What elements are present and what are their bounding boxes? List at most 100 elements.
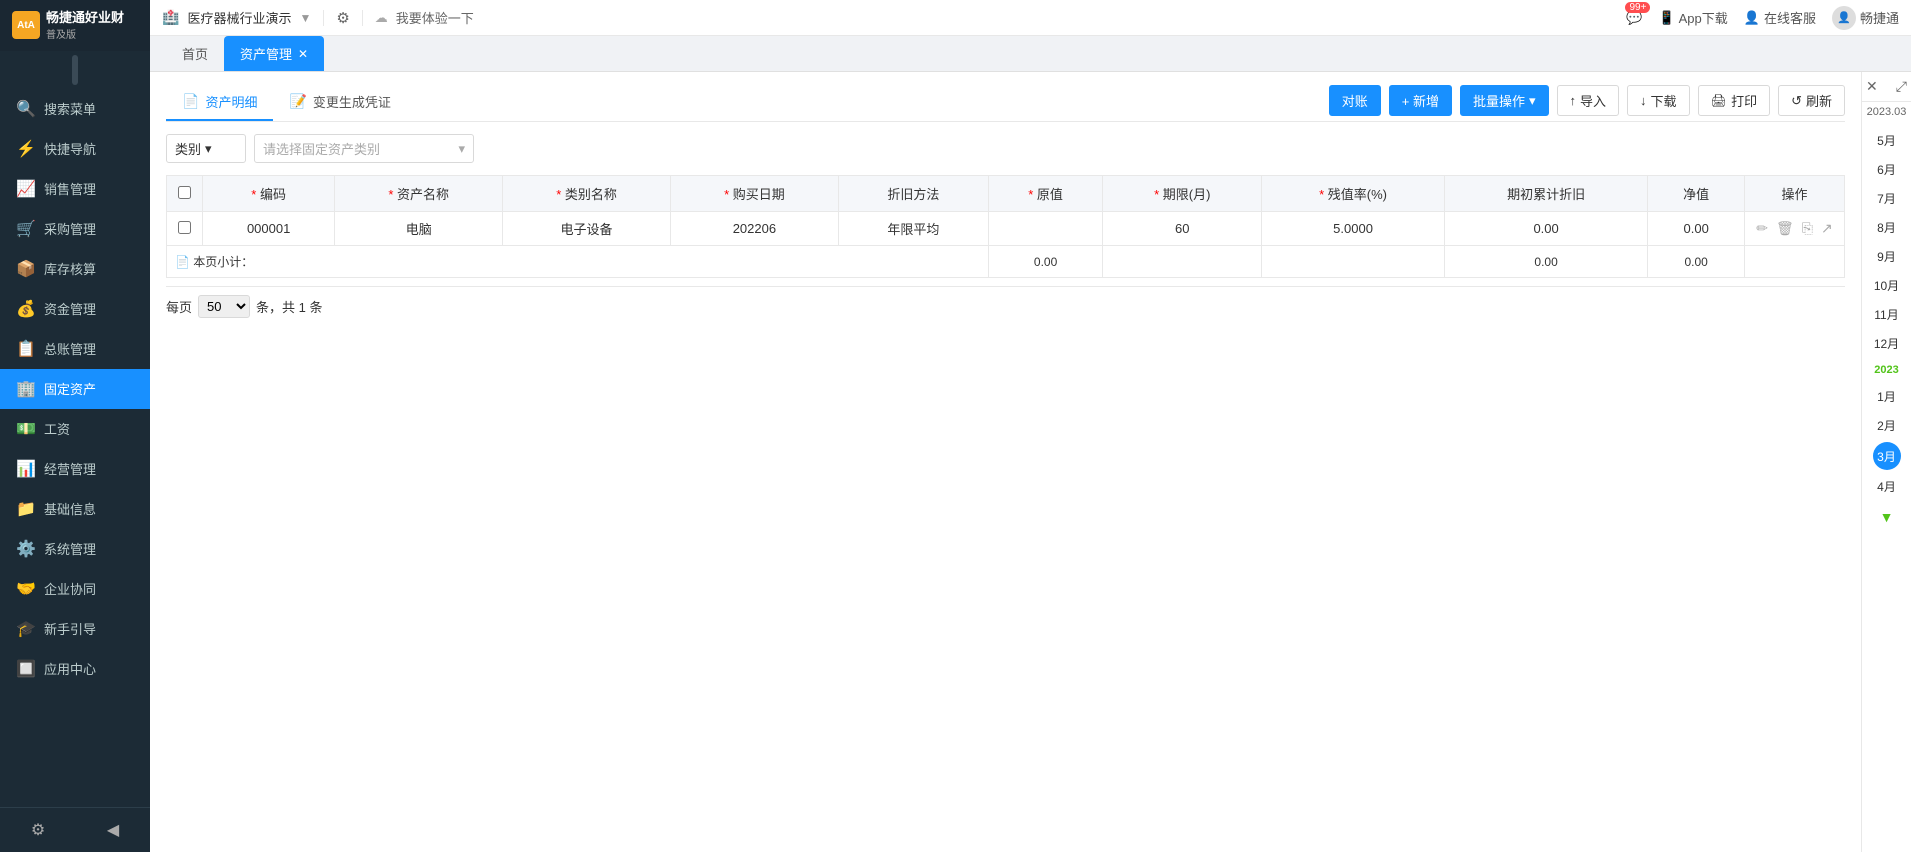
edit-icon[interactable]: ✏ [1756, 220, 1768, 237]
panel-scroll-down-icon[interactable]: ▼ [1880, 509, 1894, 525]
month-6[interactable]: 6月 [1862, 155, 1911, 184]
sidebar-item-system[interactable]: ⚙️ 系统管理 [0, 529, 150, 569]
sidebar-item-inventory[interactable]: 📦 库存核算 [0, 249, 150, 289]
fixed-icon: 🏢 [16, 379, 36, 399]
tabs-bar: 首页 资产管理 ✕ [150, 36, 1911, 72]
online-service-btn[interactable]: 👤 在线客服 [1744, 8, 1816, 27]
month-5[interactable]: 5月 [1862, 126, 1911, 155]
topbar-divider [323, 10, 324, 26]
month-11[interactable]: 11月 [1862, 300, 1911, 329]
new-button[interactable]: + 新增 [1389, 85, 1452, 116]
month-9[interactable]: 9月 [1862, 242, 1911, 271]
sales-icon: 📈 [16, 179, 36, 199]
logo-text: 畅捷通好业财 [46, 10, 124, 26]
dropdown-icon[interactable]: ▼ [299, 11, 311, 25]
category-select[interactable]: 类别 ▾ [166, 134, 246, 163]
more-icon[interactable]: ↗ [1821, 220, 1833, 237]
sidebar-item-capital[interactable]: 💰 资金管理 [0, 289, 150, 329]
company-icon: 🏥 [162, 9, 179, 26]
sidebar-item-apps[interactable]: 🔲 应用中心 [0, 649, 150, 689]
user-profile-btn[interactable]: 👤 畅捷通 [1832, 6, 1899, 30]
sidebar-item-label: 快捷导航 [44, 139, 96, 158]
expand-panel-icon[interactable]: ⤢ [1896, 78, 1907, 95]
month-4[interactable]: 4月 [1862, 472, 1911, 501]
cloud-icon: ☁ [375, 10, 388, 26]
col-name: * 资产名称 [335, 176, 503, 212]
sidebar-item-search[interactable]: 🔍 搜索菜单 [0, 89, 150, 129]
collapse-button[interactable]: ◀ [99, 816, 127, 844]
per-page-select[interactable]: 50 10 20 100 [198, 295, 250, 318]
sidebar-item-wages[interactable]: 💵 工资 [0, 409, 150, 449]
sidebar-item-purchase[interactable]: 🛒 采购管理 [0, 209, 150, 249]
settings-button[interactable]: ⚙ [23, 816, 53, 844]
main-area: 🏥 医疗器械行业演示 ▼ ⚙ ☁ 我要体验一下 💬 99+ 📱 App下载 👤 … [150, 0, 1911, 852]
sidebar-item-basic[interactable]: 📁 基础信息 [0, 489, 150, 529]
search-icon: 🔍 [16, 99, 36, 119]
close-panel-icon[interactable]: ✕ [1866, 78, 1878, 95]
sidebar: AtA 畅捷通好业财 普及版 🔍 搜索菜单 ⚡ 快捷导航 📈 销售管理 🛒 采购… [0, 0, 150, 852]
sidebar-nav: 🔍 搜索菜单 ⚡ 快捷导航 📈 销售管理 🛒 采购管理 📦 库存核算 💰 资金管… [0, 89, 150, 807]
month-1[interactable]: 1月 [1862, 382, 1911, 411]
print-button[interactable]: 🖨 打印 [1698, 85, 1771, 116]
cell-depreciation: 年限平均 [838, 212, 988, 246]
quicknav-icon: ⚡ [16, 139, 36, 159]
sidebar-item-label: 企业协同 [44, 579, 96, 598]
filter-row: 类别 ▾ 请选择固定资产类别 ▾ [166, 134, 1845, 163]
message-btn[interactable]: 💬 99+ [1626, 10, 1642, 26]
month-8[interactable]: 8月 [1862, 213, 1911, 242]
row-select-checkbox[interactable] [178, 221, 191, 234]
total-text: 条，共 1 条 [256, 297, 322, 316]
sub-tab-detail[interactable]: 📄 资产明细 [166, 84, 273, 121]
month-12[interactable]: 12月 [1862, 329, 1911, 358]
sidebar-item-corp[interactable]: 🤝 企业协同 [0, 569, 150, 609]
sidebar-item-label: 采购管理 [44, 219, 96, 238]
batch-button[interactable]: 批量操作 ▾ [1460, 85, 1549, 116]
subtotal-label: 本页小计： [193, 255, 253, 269]
year-current: 2023 [1862, 358, 1911, 382]
delete-icon[interactable]: 🗑 [1776, 220, 1794, 237]
month-7[interactable]: 7月 [1862, 184, 1911, 213]
sub-tabs: 📄 资产明细 📝 变更生成凭证 对账 + 新增 批量操作 ▾ ↑ [166, 84, 1845, 122]
col-code: * 编码 [203, 176, 335, 212]
tab-assets[interactable]: 资产管理 ✕ [224, 36, 324, 71]
detail-icon: 📄 [182, 93, 199, 110]
sidebar-item-label: 新手引导 [44, 619, 96, 638]
import-icon: ↑ [1570, 93, 1577, 108]
sidebar-item-fixed[interactable]: 🏢 固定资产 [0, 369, 150, 409]
select-all-checkbox[interactable] [178, 186, 191, 199]
category-dropdown[interactable]: 请选择固定资产类别 ▾ [254, 134, 474, 163]
sidebar-item-sales[interactable]: 📈 销售管理 [0, 169, 150, 209]
sidebar-item-label: 销售管理 [44, 179, 96, 198]
download-button[interactable]: ↓ 下载 [1627, 85, 1690, 116]
sidebar-item-ledger[interactable]: 📋 总账管理 [0, 329, 150, 369]
ledger-icon: 📋 [16, 339, 36, 359]
cell-purchase-date: 202206 [670, 212, 838, 246]
sidebar-item-operation[interactable]: 📊 经营管理 [0, 449, 150, 489]
sidebar-bottom: ⚙ ◀ [0, 807, 150, 852]
cell-original-value [988, 212, 1102, 246]
copy-icon[interactable]: ⎘ [1802, 220, 1813, 237]
row-checkbox[interactable] [167, 212, 203, 246]
app-download-btn[interactable]: 📱 App下载 [1658, 8, 1727, 27]
col-category: * 类别名称 [503, 176, 671, 212]
sidebar-item-guide[interactable]: 🎓 新手引导 [0, 609, 150, 649]
experience-btn[interactable]: 我要体验一下 [396, 8, 474, 27]
tab-close-icon[interactable]: ✕ [298, 47, 308, 61]
subtotal-net: 0.00 [1648, 246, 1745, 278]
sub-tab-voucher[interactable]: 📝 变更生成凭证 [273, 84, 406, 121]
col-net-value: 净值 [1648, 176, 1745, 212]
tab-home[interactable]: 首页 [166, 36, 224, 71]
download-icon: 📱 [1658, 10, 1674, 26]
month-2[interactable]: 2月 [1862, 411, 1911, 440]
refresh-button[interactable]: ↺ 刷新 [1778, 85, 1845, 116]
reconcile-button[interactable]: 对账 [1329, 85, 1381, 116]
sidebar-item-label: 应用中心 [44, 659, 96, 678]
gear-icon[interactable]: ⚙ [336, 9, 349, 27]
month-10[interactable]: 10月 [1862, 271, 1911, 300]
sidebar-item-quicknav[interactable]: ⚡ 快捷导航 [0, 129, 150, 169]
import-button[interactable]: ↑ 导入 [1557, 85, 1620, 116]
company-name[interactable]: 医疗器械行业演示 [187, 8, 291, 27]
month-3-current[interactable]: 3月 [1873, 442, 1901, 470]
right-panel-header: ✕ ⤢ [1862, 72, 1911, 102]
sidebar-logo: AtA 畅捷通好业财 普及版 [0, 0, 150, 51]
